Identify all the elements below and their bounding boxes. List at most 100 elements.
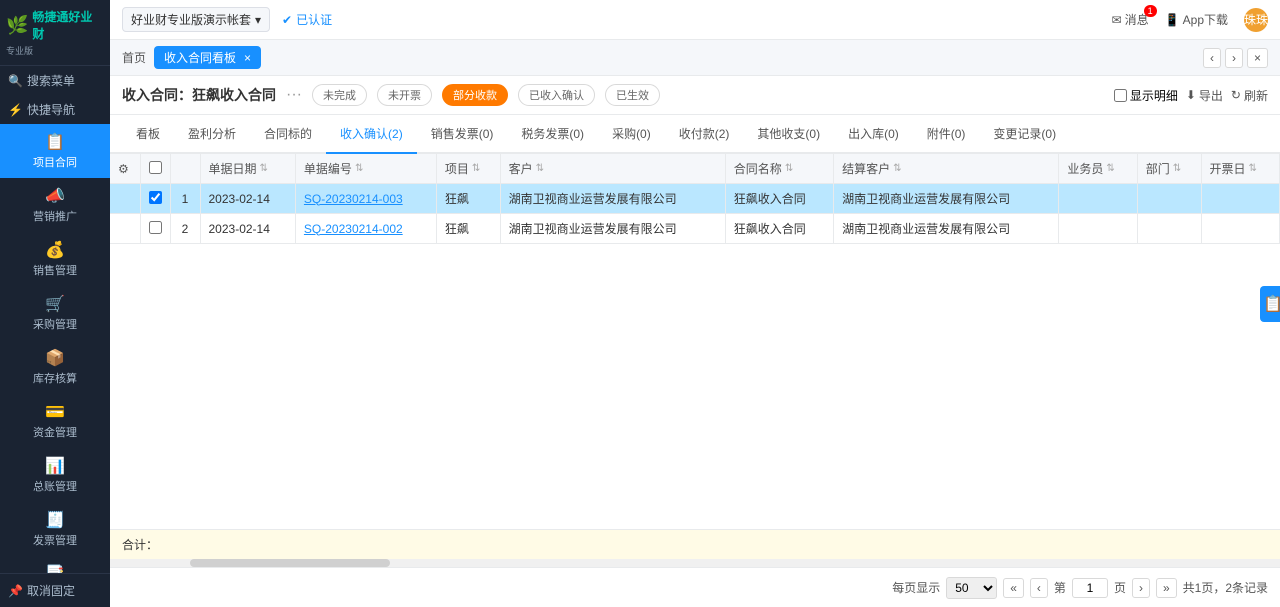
- sales-icon: 💰: [45, 240, 65, 260]
- sidebar-quick-nav[interactable]: ⚡ 快捷导航: [0, 95, 110, 124]
- check-icon: ✔: [282, 13, 292, 27]
- show-detail-checkbox[interactable]: [1114, 89, 1127, 102]
- table-wrapper[interactable]: ⚙ 单据日期 ⇅: [110, 154, 1280, 529]
- th-salesperson[interactable]: 业务员 ⇅: [1059, 154, 1137, 184]
- select-all-checkbox[interactable]: [149, 161, 162, 174]
- table-row[interactable]: 1 2023-02-14 SQ-20230214-003 狂飙 湖南卫视商业运营…: [110, 184, 1280, 214]
- subtab-sales-inv[interactable]: 销售发票(0): [417, 115, 508, 154]
- user-menu[interactable]: 珠珠: [1244, 8, 1268, 32]
- th-num: [170, 154, 200, 184]
- tab-close-button[interactable]: ×: [1247, 48, 1268, 68]
- sidebar-item-capital[interactable]: 💳 资金管理: [0, 394, 110, 448]
- export-icon: ⬇: [1186, 88, 1196, 102]
- per-page-select[interactable]: 20 50 100: [946, 577, 997, 599]
- export-button[interactable]: ⬇ 导出: [1186, 87, 1223, 104]
- float-action-icon[interactable]: 📋: [1260, 286, 1280, 322]
- company-selector[interactable]: 好业财专业版演示帐套 ▾: [122, 7, 270, 32]
- subtab-confirm[interactable]: 收入确认(2): [326, 115, 417, 154]
- contract-more-button[interactable]: ···: [286, 86, 302, 104]
- purchase-icon: 🛒: [45, 294, 65, 314]
- phone-icon: 📱: [1165, 13, 1180, 27]
- sidebar-item-purchase[interactable]: 🛒 采购管理: [0, 286, 110, 340]
- th-dept[interactable]: 部门 ⇅: [1137, 154, 1201, 184]
- page-number-input[interactable]: [1072, 578, 1108, 598]
- row-dept-1: [1137, 214, 1201, 244]
- subtab-payment[interactable]: 收付款(2): [665, 115, 744, 154]
- sidebar-items: 📋 项目合同 📣 营销推广 💰 销售管理 🛒 采购管理 📦 库存核算 💳 资金管…: [0, 124, 110, 573]
- topbar: 好业财专业版演示帐套 ▾ ✔ 已认证 ✉ 消息 1 📱 App下载 珠珠: [110, 0, 1280, 40]
- row-num-0: 1: [170, 184, 200, 214]
- row-check-1[interactable]: [140, 214, 170, 244]
- row-customer-0: 湖南卫视商业运营发展有限公司: [500, 184, 725, 214]
- subtab-inout[interactable]: 出入库(0): [834, 115, 913, 154]
- subtab-changes[interactable]: 变更记录(0): [979, 115, 1070, 154]
- quick-icon: ⚡: [8, 103, 23, 117]
- sidebar-search[interactable]: 🔍 搜索菜单: [0, 66, 110, 95]
- status-uninvoiced[interactable]: 未开票: [377, 84, 432, 106]
- row-open-date-1: [1201, 214, 1279, 244]
- sidebar-bottom[interactable]: 📌 取消固定: [0, 573, 110, 607]
- subtab-purchase[interactable]: 采购(0): [598, 115, 665, 154]
- tab-next-button[interactable]: ›: [1225, 48, 1243, 68]
- subtab-tax-inv[interactable]: 税务发票(0): [507, 115, 598, 154]
- row-code-1[interactable]: SQ-20230214-002: [295, 214, 436, 244]
- tab-income-contract[interactable]: 收入合同看板 ×: [154, 46, 261, 69]
- sidebar-item-general[interactable]: 📊 总账管理: [0, 448, 110, 502]
- row-check-0[interactable]: [140, 184, 170, 214]
- sidebar-item-invoice[interactable]: 🧾 发票管理: [0, 502, 110, 556]
- th-customer[interactable]: 客户 ⇅: [500, 154, 725, 184]
- subtab-profit[interactable]: 盈利分析: [174, 115, 250, 154]
- verified-badge: ✔ 已认证: [282, 11, 332, 28]
- th-check: [140, 154, 170, 184]
- sidebar-item-inventory[interactable]: 📦 库存核算: [0, 340, 110, 394]
- first-page-button[interactable]: «: [1003, 578, 1024, 598]
- footer-total: 合计：: [122, 536, 158, 553]
- topbar-right: ✉ 消息 1 📱 App下载 珠珠: [1112, 8, 1268, 32]
- table-row[interactable]: 2 2023-02-14 SQ-20230214-002 狂飙 湖南卫视商业运营…: [110, 214, 1280, 244]
- sort-project-icon: ⇅: [472, 163, 480, 174]
- status-confirmed[interactable]: 已收入确认: [518, 84, 595, 106]
- settings-icon[interactable]: ⚙: [118, 162, 129, 176]
- total-info: 共1页，2条记录: [1183, 579, 1268, 596]
- tab-prev-button[interactable]: ‹: [1203, 48, 1221, 68]
- prev-page-button[interactable]: ‹: [1030, 578, 1048, 598]
- next-page-button[interactable]: ›: [1132, 578, 1150, 598]
- refresh-button[interactable]: ↻ 刷新: [1231, 87, 1268, 104]
- scrollbar-thumb[interactable]: [190, 559, 390, 567]
- sidebar-item-marketing[interactable]: 📣 营销推广: [0, 178, 110, 232]
- breadcrumb-home[interactable]: 首页: [122, 49, 146, 66]
- header-actions: 显示明细 ⬇ 导出 ↻ 刷新: [1114, 87, 1268, 104]
- th-code[interactable]: 单据编号 ⇅: [295, 154, 436, 184]
- table-footer: 合计：: [110, 529, 1280, 559]
- subtab-board[interactable]: 看板: [122, 115, 174, 154]
- row-code-0[interactable]: SQ-20230214-003: [295, 184, 436, 214]
- th-settle-customer[interactable]: 结算客户 ⇅: [834, 154, 1059, 184]
- sidebar-item-project[interactable]: 📋 项目合同: [0, 124, 110, 178]
- th-open-date[interactable]: 开票日 ⇅: [1201, 154, 1279, 184]
- app-download-button[interactable]: 📱 App下载: [1165, 11, 1228, 28]
- last-page-button[interactable]: »: [1156, 578, 1177, 598]
- message-icon: ✉: [1112, 13, 1122, 27]
- th-settings: ⚙: [110, 154, 140, 184]
- project-icon: 📋: [45, 132, 65, 152]
- subtab-attach[interactable]: 附件(0): [913, 115, 980, 154]
- subtab-other[interactable]: 其他收支(0): [743, 115, 834, 154]
- th-contract[interactable]: 合同名称 ⇅: [725, 154, 833, 184]
- status-incomplete[interactable]: 未完成: [312, 84, 367, 106]
- tab-close-icon[interactable]: ×: [244, 51, 251, 65]
- message-button[interactable]: ✉ 消息 1: [1112, 11, 1149, 28]
- th-project[interactable]: 项目 ⇅: [436, 154, 500, 184]
- th-date[interactable]: 单据日期 ⇅: [200, 154, 295, 184]
- horizontal-scrollbar[interactable]: [110, 559, 1280, 567]
- show-detail-label[interactable]: 显示明细: [1114, 87, 1178, 104]
- status-active[interactable]: 已生效: [605, 84, 660, 106]
- subtabs: 看板 盈利分析 合同标的 收入确认(2) 销售发票(0) 税务发票(0) 采购(…: [110, 115, 1280, 154]
- sidebar-item-tax[interactable]: 📑 税务管理: [0, 556, 110, 573]
- row-salesperson-1: [1059, 214, 1137, 244]
- subtab-standards[interactable]: 合同标的: [250, 115, 326, 154]
- row-num-1: 2: [170, 214, 200, 244]
- row-open-date-0: [1201, 184, 1279, 214]
- status-partial[interactable]: 部分收款: [442, 84, 508, 106]
- sidebar-item-sales[interactable]: 💰 销售管理: [0, 232, 110, 286]
- contract-header: 收入合同：狂飙收入合同 ··· 未完成 未开票 部分收款 已收入确认 已生效 显…: [110, 76, 1280, 115]
